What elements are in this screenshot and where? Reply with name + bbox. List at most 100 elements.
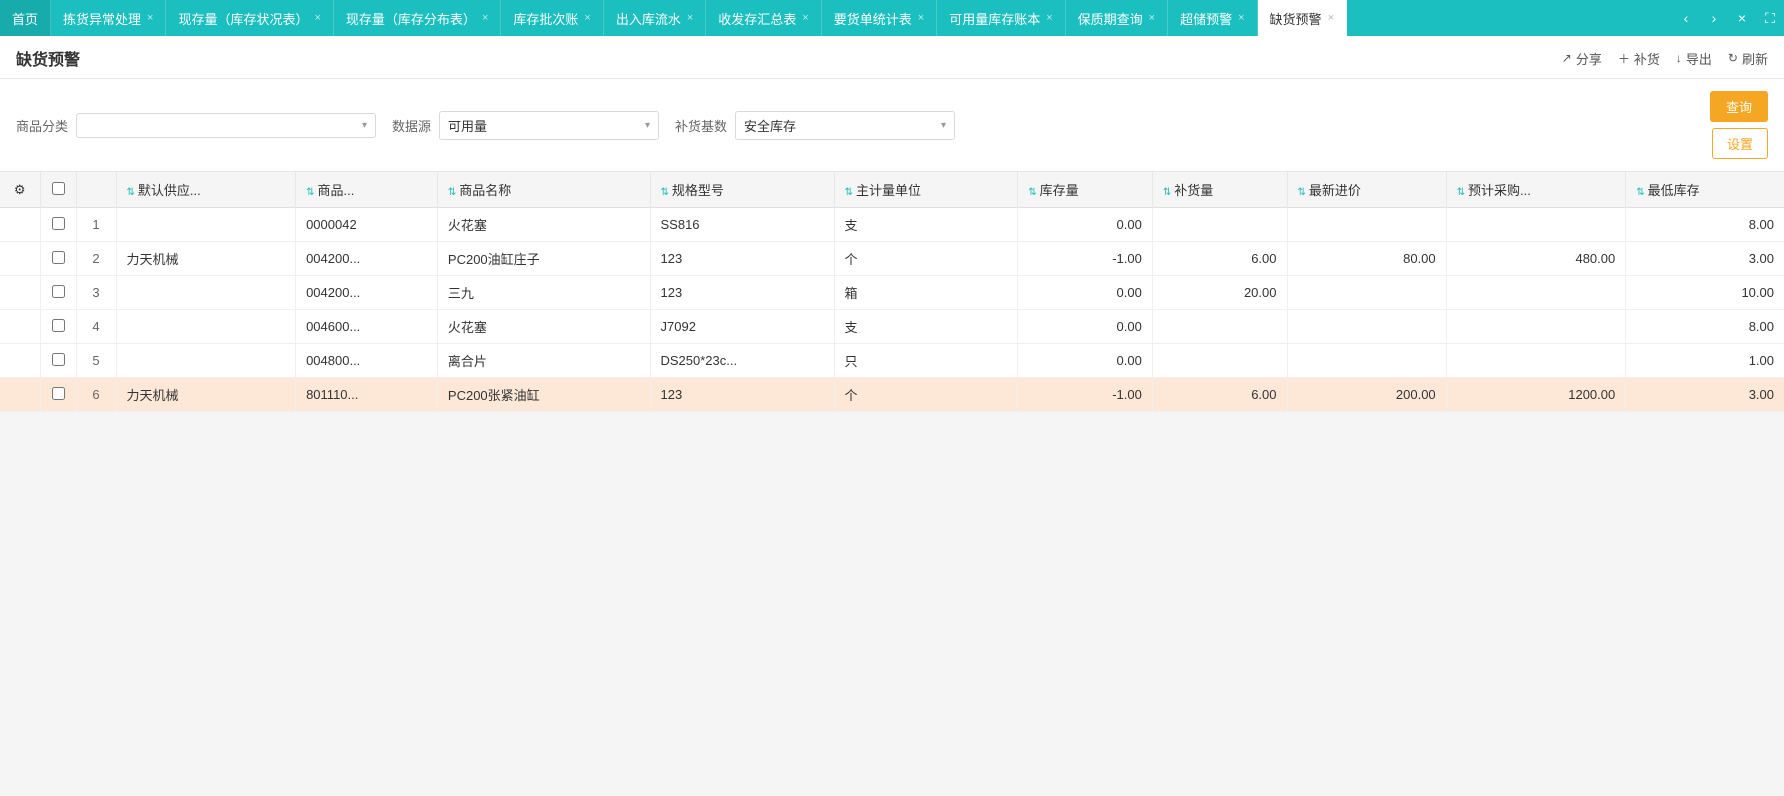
table-cell: 0000042 <box>296 208 438 242</box>
th-checkbox <box>40 172 76 208</box>
share-action[interactable]: ↗ 分享 <box>1562 49 1602 68</box>
page-title: 缺货预警 <box>16 46 80 70</box>
category-select[interactable]: ▾ <box>76 113 376 138</box>
table-cell: -1.00 <box>1018 242 1153 276</box>
close-tab-shortage-icon[interactable]: × <box>1328 12 1334 24</box>
tab-fullscreen-button[interactable]: ⛶ <box>1756 0 1784 36</box>
query-button[interactable]: 查询 <box>1710 91 1768 122</box>
sort-code-icon: ⇅ <box>306 187 314 198</box>
category-value <box>85 118 89 133</box>
table-row: 5004800...离合片DS250*23c...只0.001.00 <box>0 344 1784 378</box>
row-checkbox[interactable] <box>52 251 65 264</box>
table-cell: -1.00 <box>1018 378 1153 412</box>
table-cell: 1 <box>76 208 116 242</box>
tab-batch-account[interactable]: 库存批次账 × <box>501 0 603 36</box>
close-tab-inventory-dist-icon[interactable]: × <box>482 12 488 24</box>
tab-inventory-status[interactable]: 现存量（库存状况表） × <box>166 0 333 36</box>
table-cell: 6 <box>76 378 116 412</box>
th-name: ⇅商品名称 <box>437 172 650 208</box>
table-cell: 力天机械 <box>116 378 296 412</box>
row-checkbox[interactable] <box>52 285 65 298</box>
close-tab-collection-icon[interactable]: × <box>802 12 808 24</box>
page-container: 缺货预警 ↗ 分享 ＋ 补货 ↓ 导出 ↻ 刷新 商品分类 <box>0 36 1784 412</box>
th-replenish: ⇅补货量 <box>1152 172 1287 208</box>
tab-overstock[interactable]: 超储预警 × <box>1168 0 1257 36</box>
close-tab-inventory-status-icon[interactable]: × <box>314 12 320 24</box>
table-cell: 火花塞 <box>437 310 650 344</box>
th-name-label: 商品名称 <box>459 183 511 198</box>
replenish-action[interactable]: ＋ 补货 <box>1618 49 1660 68</box>
sort-stock-icon: ⇅ <box>1028 187 1036 198</box>
table-cell <box>1287 276 1446 310</box>
refresh-action[interactable]: ↻ 刷新 <box>1728 49 1768 68</box>
sort-replenish-icon: ⇅ <box>1163 187 1171 198</box>
tab-close-button[interactable]: × <box>1728 0 1756 36</box>
row-checkbox[interactable] <box>52 217 65 230</box>
th-stock: ⇅库存量 <box>1018 172 1153 208</box>
replenish-base-filter-group: 补货基数 安全库存 ▾ <box>675 111 955 140</box>
datasource-select[interactable]: 可用量 ▾ <box>439 111 659 140</box>
tab-flow[interactable]: 出入库流水 × <box>604 0 706 36</box>
table-body: 10000042火花塞SS816支0.008.002力天机械004200...P… <box>0 208 1784 412</box>
th-latest-price-label: 最新进价 <box>1309 183 1361 198</box>
tab-home[interactable]: 首页 <box>0 0 51 36</box>
category-filter-group: 商品分类 ▾ <box>16 113 376 138</box>
close-tab-batch-account-icon[interactable]: × <box>584 12 590 24</box>
table-cell <box>0 208 40 242</box>
table-cell: 8.00 <box>1626 310 1784 344</box>
row-checkbox[interactable] <box>52 319 65 332</box>
tab-shortage[interactable]: 缺货预警 × <box>1258 0 1347 36</box>
th-replenish-label: 补货量 <box>1174 183 1213 198</box>
table-cell <box>0 378 40 412</box>
row-checkbox[interactable] <box>52 353 65 366</box>
datasource-value: 可用量 <box>448 116 487 135</box>
close-tab-exception-icon[interactable]: × <box>147 12 153 24</box>
select-all-checkbox[interactable] <box>52 182 65 195</box>
close-tab-overstock-icon[interactable]: × <box>1238 12 1244 24</box>
table-row: 6力天机械801110...PC200张紧油缸123个-1.006.00200.… <box>0 378 1784 412</box>
table-cell <box>40 208 76 242</box>
th-num <box>76 172 116 208</box>
row-checkbox[interactable] <box>52 387 65 400</box>
table-cell: J7092 <box>650 310 834 344</box>
table-cell: 3.00 <box>1626 242 1784 276</box>
th-est-purchase-label: 预计采购... <box>1468 183 1531 198</box>
table-cell <box>40 344 76 378</box>
settings-button[interactable]: 设置 <box>1712 128 1768 159</box>
replenish-base-select[interactable]: 安全库存 ▾ <box>735 111 955 140</box>
close-tab-available-ledger-icon[interactable]: × <box>1046 12 1052 24</box>
table-header-row: ⚙ ⇅默认供应... ⇅商品... ⇅商品名称 ⇅规格型号 ⇅主计量单位 ⇅库存… <box>0 172 1784 208</box>
tab-prev-button[interactable]: ‹ <box>1672 0 1700 36</box>
sort-min-icon: ⇅ <box>1636 187 1644 198</box>
tab-requisition[interactable]: 要货单统计表 × <box>822 0 937 36</box>
export-action[interactable]: ↓ 导出 <box>1676 49 1712 68</box>
table-cell: 1200.00 <box>1446 378 1626 412</box>
category-label: 商品分类 <box>16 116 68 135</box>
th-supplier: ⇅默认供应... <box>116 172 296 208</box>
th-gear[interactable]: ⚙ <box>0 172 40 208</box>
th-supplier-label: 默认供应... <box>138 183 201 198</box>
table-cell: 3.00 <box>1626 378 1784 412</box>
export-label: 导出 <box>1686 49 1712 68</box>
close-tab-expiry-icon[interactable]: × <box>1149 12 1155 24</box>
tab-available-ledger[interactable]: 可用量库存账本 × <box>937 0 1065 36</box>
close-tab-flow-icon[interactable]: × <box>687 12 693 24</box>
table-cell: 6.00 <box>1152 378 1287 412</box>
table-cell <box>1287 310 1446 344</box>
table-cell: 4 <box>76 310 116 344</box>
table-cell: 1.00 <box>1626 344 1784 378</box>
th-est-purchase: ⇅预计采购... <box>1446 172 1626 208</box>
table-cell: 123 <box>650 276 834 310</box>
tab-inventory-dist[interactable]: 现存量（库存分布表） × <box>334 0 501 36</box>
table-row: 2力天机械004200...PC200油缸庄子123个-1.006.0080.0… <box>0 242 1784 276</box>
tab-exception[interactable]: 拣货异常处理 × <box>51 0 166 36</box>
close-tab-requisition-icon[interactable]: × <box>918 12 924 24</box>
tab-next-button[interactable]: › <box>1700 0 1728 36</box>
refresh-icon: ↻ <box>1728 51 1738 65</box>
table-cell: 离合片 <box>437 344 650 378</box>
table-cell: PC200油缸庄子 <box>437 242 650 276</box>
table-cell: 123 <box>650 242 834 276</box>
table-cell <box>40 310 76 344</box>
tab-collection[interactable]: 收发存汇总表 × <box>706 0 821 36</box>
tab-expiry[interactable]: 保质期查询 × <box>1066 0 1168 36</box>
